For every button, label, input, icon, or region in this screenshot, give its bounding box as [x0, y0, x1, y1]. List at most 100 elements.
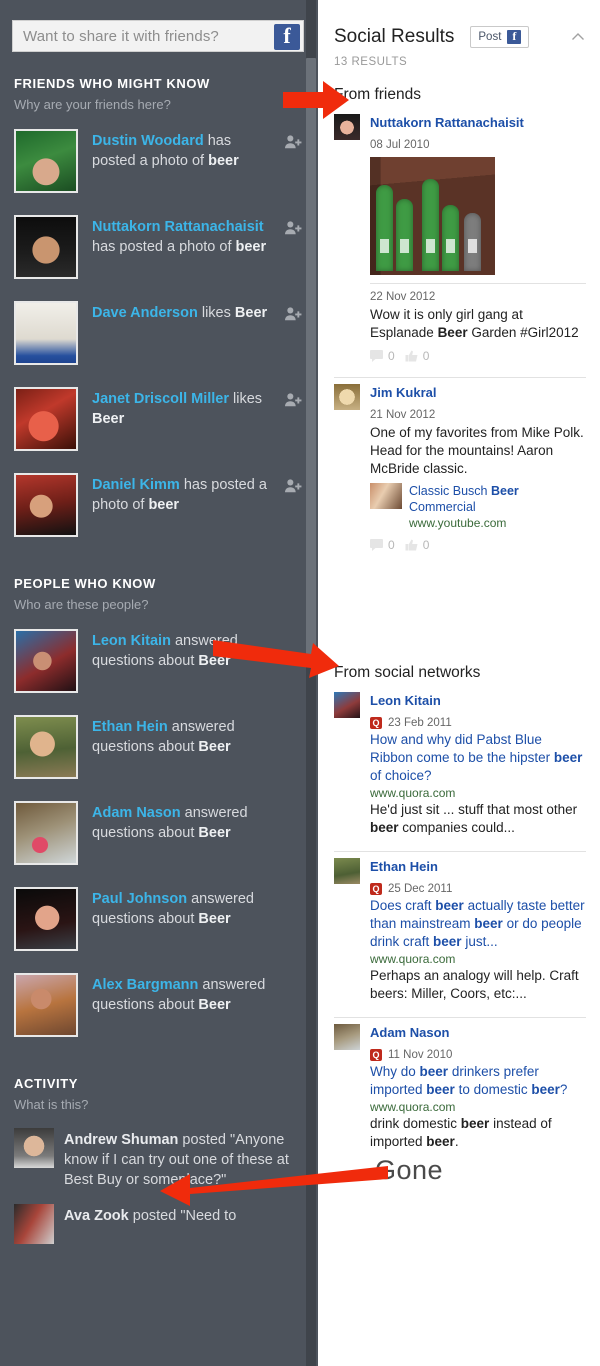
result-date: 21 Nov 2012 [370, 409, 436, 421]
result-title[interactable]: How and why did Pabst Blue Ribbon come t… [370, 731, 586, 785]
list-item-label: Janet Driscoll Miller likes Beer [92, 387, 304, 459]
list-item-label: Ava Zook posted "Need to [64, 1204, 240, 1244]
page-title: Social Results [334, 26, 455, 47]
comment-icon[interactable] [370, 350, 384, 362]
avatar [14, 215, 78, 279]
result-title[interactable]: Does craft beer actually taste better th… [370, 897, 586, 951]
add-person-icon[interactable] [284, 134, 302, 150]
result-author[interactable]: Leon Kitain [370, 692, 586, 710]
quora-icon: Q [370, 883, 382, 895]
result-item[interactable]: Ethan Hein Q 25 Dec 2011 Does craft beer… [334, 854, 586, 1009]
list-item[interactable]: Paul Johnson answered questions about Be… [0, 880, 318, 966]
arrow-to-activity [160, 1166, 388, 1206]
person-name[interactable]: Daniel Kimm [92, 477, 180, 493]
comment-icon[interactable] [370, 539, 384, 551]
section-subheading-friends[interactable]: Why are your friends here? [0, 91, 318, 122]
add-person-icon[interactable] [284, 392, 302, 408]
result-source-row: Q 23 Feb 2011 [370, 717, 586, 729]
person-name[interactable]: Adam Nason [92, 805, 181, 821]
avatar [334, 1024, 360, 1050]
person-topic: beer [235, 239, 267, 255]
person-topic: Beer [234, 305, 268, 321]
avatar [14, 1204, 54, 1244]
comment-count: 0 [388, 349, 395, 363]
share-input-placeholder: Want to share it with friends? [23, 27, 219, 45]
arrow-to-from-social-networks [213, 640, 339, 678]
avatar [14, 473, 78, 537]
list-item-label: Dave Anderson likes Beer [92, 301, 301, 373]
result-url: www.quora.com [370, 952, 456, 966]
result-title[interactable]: Why do beer drinkers prefer imported bee… [370, 1063, 586, 1099]
list-item[interactable]: Janet Driscoll Miller likes Beer [0, 380, 318, 466]
person-name[interactable]: Ava Zook [64, 1208, 129, 1224]
list-item-label: Nuttakorn Rattanachaisit has posted a ph… [92, 215, 304, 287]
result-author[interactable]: Nuttakorn Rattanachaisit [370, 114, 586, 132]
result-url: www.quora.com [370, 786, 456, 800]
post-button-label: Post [478, 31, 502, 43]
result-item[interactable]: Nuttakorn Rattanachaisit 08 Jul 2010 22 … [334, 110, 586, 369]
avatar [14, 629, 78, 693]
like-count: 0 [422, 349, 430, 363]
avatar [14, 387, 78, 451]
person-name[interactable]: Ethan Hein [92, 719, 168, 735]
person-topic: beer [148, 497, 180, 513]
list-item[interactable]: Nuttakorn Rattanachaisit has posted a ph… [0, 208, 318, 294]
list-item-label: Dustin Woodard has posted a photo of bee… [92, 129, 304, 201]
person-name[interactable]: Janet Driscoll Miller [92, 391, 229, 407]
avatar [14, 1128, 54, 1168]
list-item[interactable]: Ethan Hein answered questions about Beer [0, 708, 318, 794]
post-button[interactable]: Post f [470, 26, 530, 48]
list-item[interactable]: Alex Bargmann answered questions about B… [0, 966, 318, 1052]
person-name[interactable]: Dave Anderson [92, 305, 198, 321]
post-photo[interactable] [370, 157, 495, 275]
result-date: 11 Nov 2010 [388, 1049, 453, 1061]
result-date: 25 Dec 2011 [388, 883, 453, 895]
result-text: Wow it is only girl gang at Esplanade Be… [370, 307, 579, 340]
facebook-icon: f [507, 30, 522, 44]
person-name[interactable]: Dustin Woodard [92, 133, 204, 149]
divider [334, 851, 586, 852]
person-name[interactable]: Nuttakorn Rattanachaisit [92, 219, 264, 235]
person-name[interactable]: Alex Bargmann [92, 977, 198, 993]
thumbs-up-icon[interactable] [405, 539, 419, 551]
person-name[interactable]: Leon Kitain [92, 633, 171, 649]
list-item[interactable]: Daniel Kimm has posted a photo of beer [0, 466, 318, 552]
person-action: has posted a photo of [92, 239, 236, 255]
result-source-row: Q 11 Nov 2010 [370, 1049, 586, 1061]
list-item[interactable]: Dustin Woodard has posted a photo of bee… [0, 122, 318, 208]
avatar [14, 715, 78, 779]
section-subheading-activity[interactable]: What is this? [0, 1091, 318, 1122]
list-item[interactable]: Adam Nason answered questions about Beer [0, 794, 318, 880]
person-name[interactable]: Paul Johnson [92, 891, 187, 907]
avatar [14, 801, 78, 865]
list-item[interactable]: Dave Anderson likes Beer [0, 294, 318, 380]
divider [370, 283, 586, 284]
result-author[interactable]: Jim Kukral [370, 384, 586, 402]
video-title[interactable]: Classic Busch Beer Commercial [409, 483, 586, 515]
person-name[interactable]: Andrew Shuman [64, 1132, 178, 1148]
person-action: likes [197, 305, 235, 321]
linked-video[interactable]: Classic Busch Beer Commercial www.youtub… [370, 483, 586, 531]
thumbs-up-icon[interactable] [405, 350, 419, 362]
add-person-icon[interactable] [284, 306, 302, 322]
result-item[interactable]: Adam Nason Q 11 Nov 2010 Why do beer dri… [334, 1020, 586, 1157]
add-person-icon[interactable] [284, 220, 302, 236]
avatar [334, 692, 360, 718]
result-item[interactable]: Leon Kitain Q 23 Feb 2011 How and why di… [334, 688, 586, 843]
like-count: 0 [422, 538, 430, 552]
share-input[interactable]: Want to share it with friends? f [12, 20, 304, 52]
arrow-to-from-friends [283, 81, 349, 119]
divider [334, 1017, 586, 1018]
add-person-icon[interactable] [284, 478, 302, 494]
chevron-up-icon[interactable] [570, 29, 586, 45]
share-row: Want to share it with friends? f [0, 0, 318, 52]
result-item[interactable]: Jim Kukral 21 Nov 2012 One of my favorit… [334, 380, 586, 558]
avatar [334, 858, 360, 884]
person-topic: Beer [198, 739, 231, 755]
section-subheading-people[interactable]: Who are these people? [0, 591, 318, 622]
facebook-icon[interactable]: f [274, 24, 300, 50]
result-stats: 0 0 [370, 349, 586, 363]
result-author[interactable]: Ethan Hein [370, 858, 586, 876]
list-item-label: Adam Nason answered questions about Beer [92, 801, 304, 873]
result-author[interactable]: Adam Nason [370, 1024, 586, 1042]
